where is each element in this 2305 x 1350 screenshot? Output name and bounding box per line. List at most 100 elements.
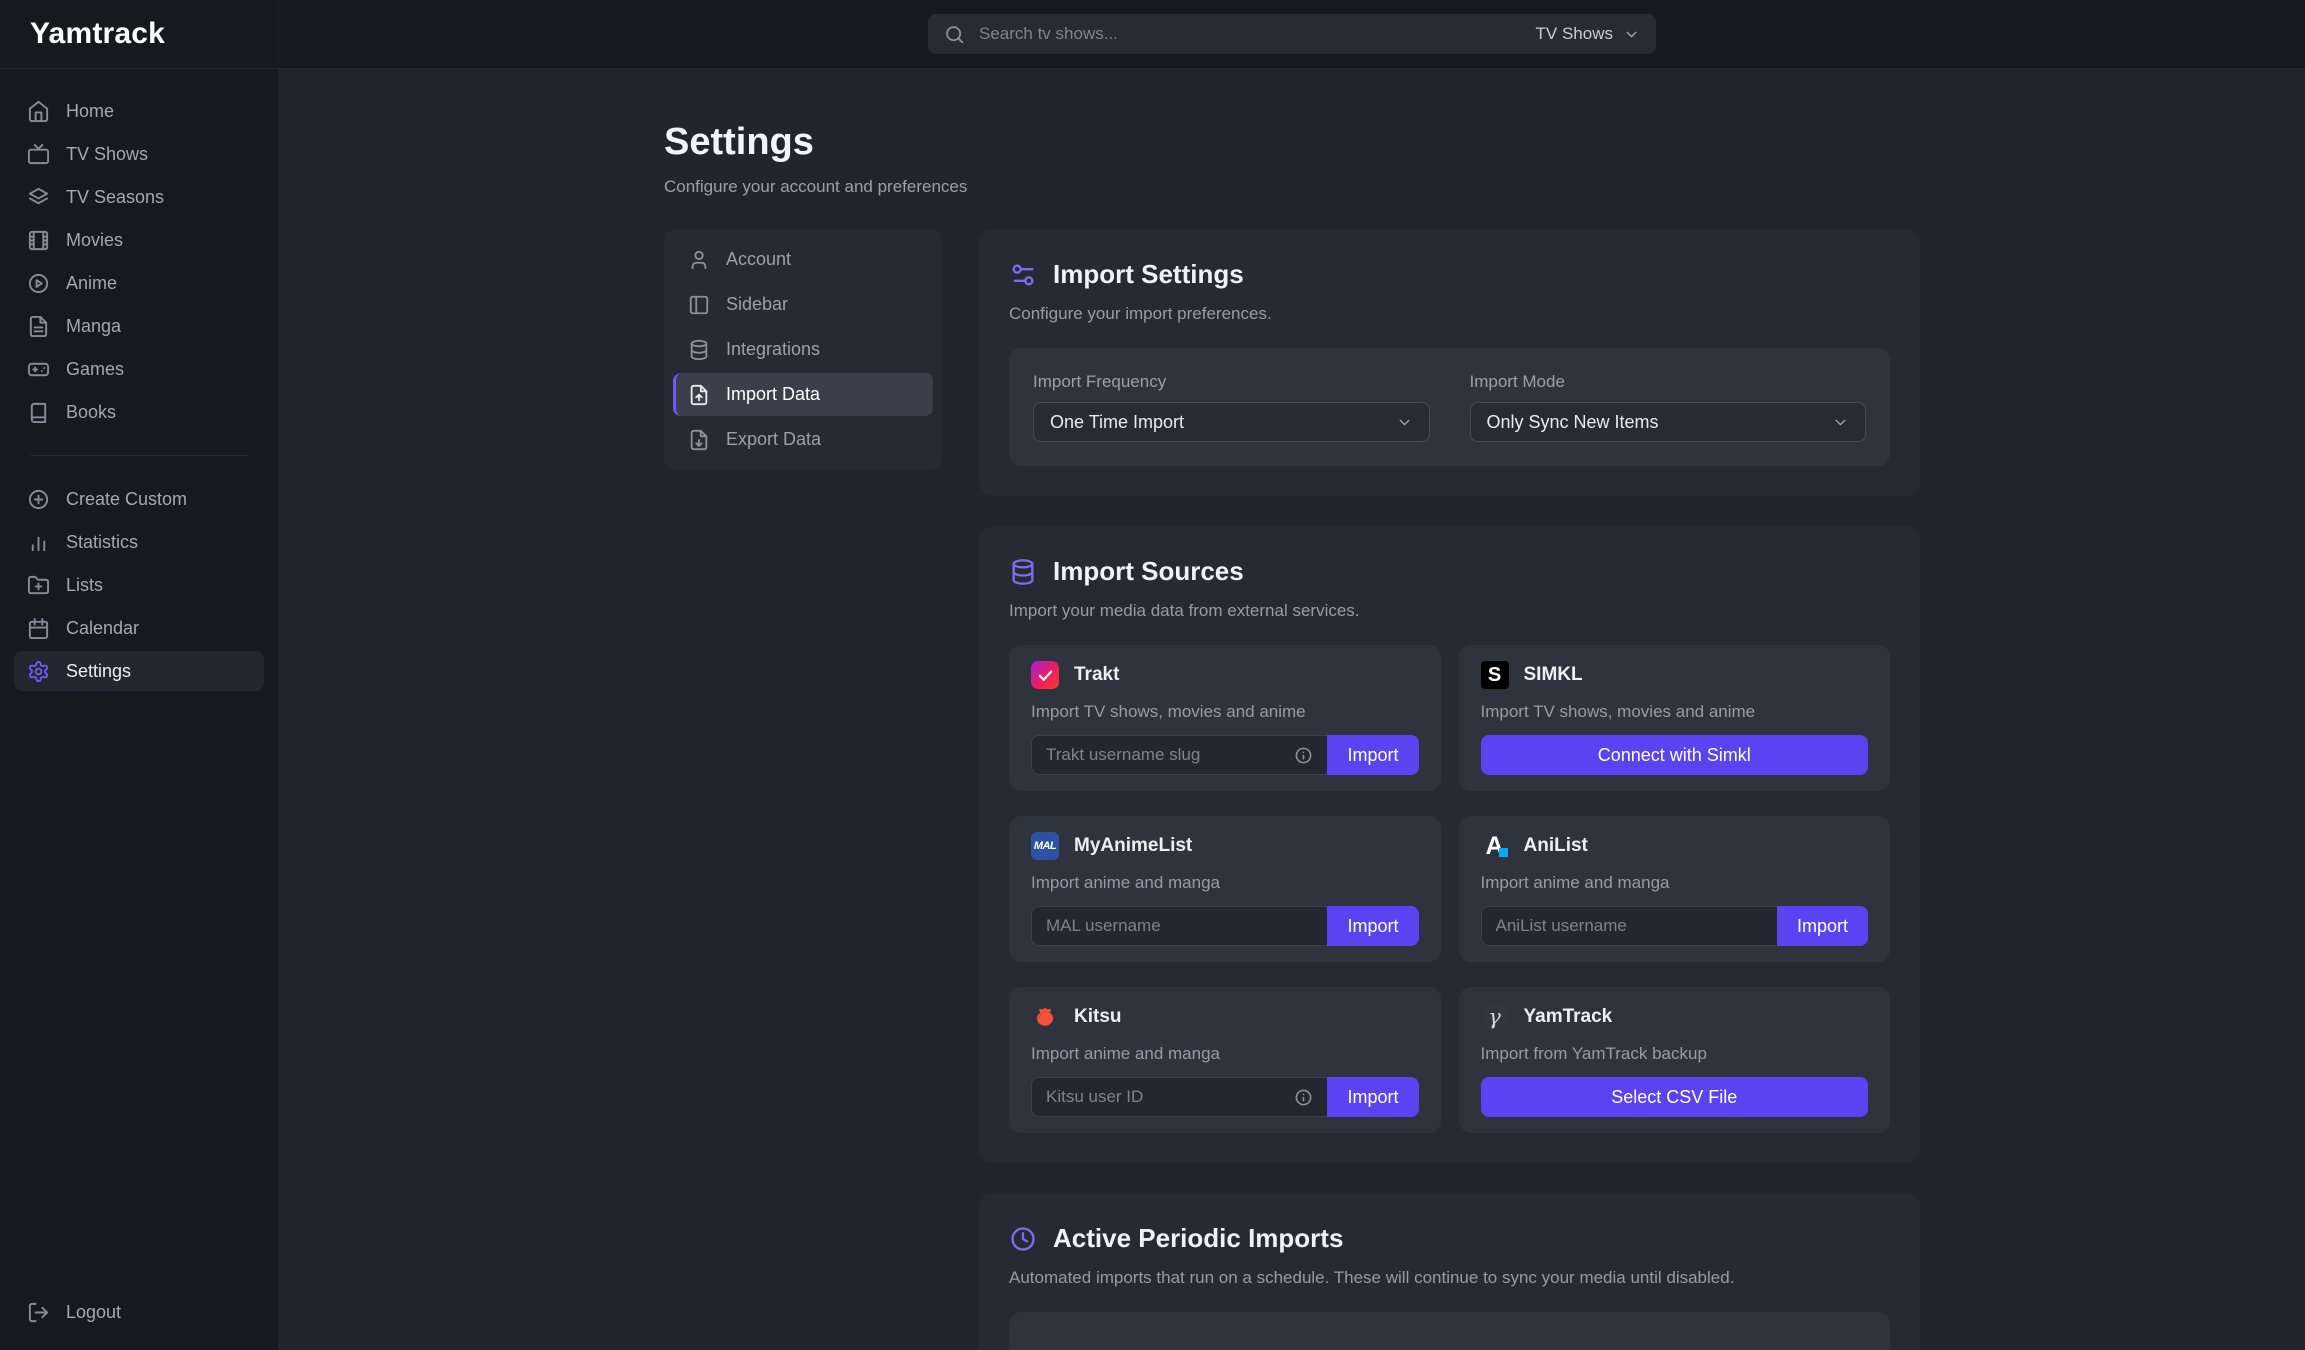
sidebar-item-movies[interactable]: Movies [14, 220, 264, 260]
calendar-icon [27, 617, 50, 640]
sidebar-item-tv-seasons[interactable]: TV Seasons [14, 177, 264, 217]
sidebar-nav: Home TV Shows TV Seasons Movies Anime Ma… [0, 69, 278, 691]
anilist-username-input[interactable] [1496, 916, 1763, 936]
sidebar-item-statistics[interactable]: Statistics [14, 522, 264, 562]
sidebar-item-home[interactable]: Home [14, 91, 264, 131]
tv-icon [27, 143, 50, 166]
plus-circle-icon [27, 488, 50, 511]
import-mode-label: Import Mode [1470, 372, 1867, 392]
sidebar-divider [30, 455, 248, 456]
sidebar-item-lists[interactable]: Lists [14, 565, 264, 605]
settings-nav-label: Account [726, 249, 791, 270]
sidebar-item-label: Lists [66, 575, 103, 596]
search-input[interactable] [979, 24, 1522, 44]
sidebar-item-books[interactable]: Books [14, 392, 264, 432]
simkl-logo: S [1481, 661, 1509, 689]
search-icon [944, 24, 965, 45]
settings-nav-account[interactable]: Account [673, 238, 933, 281]
source-description: Import anime and manga [1031, 1044, 1419, 1064]
trakt-logo [1031, 661, 1059, 689]
source-name: SIMKL [1524, 664, 1583, 686]
source-card-myanimelist: MAL MyAnimeList Import anime and manga I… [1009, 816, 1441, 962]
kitsu-user-id-input[interactable] [1046, 1087, 1284, 1107]
import-mode-value: Only Sync New Items [1487, 412, 1659, 433]
layers-icon [27, 186, 50, 209]
kitsu-import-button[interactable]: Import [1327, 1077, 1418, 1117]
page-subtitle: Configure your account and preferences [664, 177, 1920, 197]
file-import-icon [688, 384, 710, 406]
sidebar-footer: Logout [0, 1292, 278, 1350]
source-card-simkl: S SIMKL Import TV shows, movies and anim… [1459, 645, 1891, 791]
settings-nav-export-data[interactable]: Export Data [673, 418, 933, 461]
sidebar-item-anime[interactable]: Anime [14, 263, 264, 303]
sidebar-item-games[interactable]: Games [14, 349, 264, 389]
import-sources-card: Import Sources Import your media data fr… [979, 526, 1920, 1163]
settings-nav-sidebar[interactable]: Sidebar [673, 283, 933, 326]
settings-nav-integrations[interactable]: Integrations [673, 328, 933, 371]
anilist-logo: A [1481, 832, 1509, 860]
sidebar-item-label: Calendar [66, 618, 139, 639]
database-icon [688, 339, 710, 361]
source-card-anilist: A AniList Import anime and manga Import [1459, 816, 1891, 962]
periodic-imports-empty-state: No periodic imports configured Set up an… [1009, 1312, 1890, 1350]
sidebar-item-tv-shows[interactable]: TV Shows [14, 134, 264, 174]
source-description: Import from YamTrack backup [1481, 1044, 1869, 1064]
sidebar-item-settings[interactable]: Settings [14, 651, 264, 691]
sidebar-item-manga[interactable]: Manga [14, 306, 264, 346]
source-description: Import anime and manga [1031, 873, 1419, 893]
search-scope-label: TV Shows [1536, 24, 1613, 44]
info-icon[interactable] [1294, 746, 1313, 765]
settings-panels: Import Settings Configure your import pr… [979, 229, 1920, 1350]
source-description: Import TV shows, movies and anime [1481, 702, 1869, 722]
import-frequency-select[interactable]: One Time Import [1033, 402, 1430, 442]
anilist-chip [1499, 848, 1508, 857]
chevron-down-icon [1623, 26, 1640, 43]
card-subtitle: Import your media data from external ser… [1009, 601, 1890, 621]
import-mode-select[interactable]: Only Sync New Items [1470, 402, 1867, 442]
bar-chart-icon [27, 531, 50, 554]
simkl-connect-button[interactable]: Connect with Simkl [1481, 735, 1869, 775]
source-card-kitsu: Kitsu Import anime and manga Import [1009, 987, 1441, 1133]
yamtrack-select-csv-button[interactable]: Select CSV File [1481, 1077, 1869, 1117]
sidebar-item-label: TV Seasons [66, 187, 164, 208]
info-icon[interactable] [1294, 1088, 1313, 1107]
trakt-input-wrap [1031, 735, 1327, 775]
app-logo[interactable]: Yamtrack [0, 0, 278, 69]
source-description: Import TV shows, movies and anime [1031, 702, 1419, 722]
anilist-input-wrap [1481, 906, 1777, 946]
sources-grid: Trakt Import TV shows, movies and anime … [1009, 645, 1890, 1133]
mal-import-button[interactable]: Import [1327, 906, 1418, 946]
search-bar: TV Shows [928, 14, 1656, 54]
periodic-imports-card: Active Periodic Imports Automated import… [979, 1193, 1920, 1350]
anilist-import-button[interactable]: Import [1777, 906, 1868, 946]
source-description: Import anime and manga [1481, 873, 1869, 893]
home-icon [27, 100, 50, 123]
card-subtitle: Configure your import preferences. [1009, 304, 1890, 324]
sidebar-item-calendar[interactable]: Calendar [14, 608, 264, 648]
import-frequency-value: One Time Import [1050, 412, 1184, 433]
sidebar: Yamtrack Home TV Shows TV Seasons Movies… [0, 0, 279, 1350]
sidebar-item-label: TV Shows [66, 144, 148, 165]
trakt-username-input[interactable] [1046, 745, 1284, 765]
settings-nav-import-data[interactable]: Import Data [673, 373, 933, 416]
user-icon [688, 249, 710, 271]
search-scope-dropdown[interactable]: TV Shows [1536, 24, 1640, 44]
chevron-down-icon [1396, 414, 1413, 431]
mal-username-input[interactable] [1046, 916, 1313, 936]
book-icon [27, 401, 50, 424]
sidebar-item-label: Manga [66, 316, 121, 337]
main-area: TV Shows Settings Configure your account… [279, 0, 2305, 1350]
sidebar-item-create-custom[interactable]: Create Custom [14, 479, 264, 519]
sidebar-item-label: Home [66, 101, 114, 122]
yamtrack-logo: γ [1481, 1003, 1509, 1031]
logout-button[interactable]: Logout [14, 1292, 264, 1332]
mal-input-wrap [1031, 906, 1327, 946]
folder-plus-icon [27, 574, 50, 597]
settings-nav-label: Import Data [726, 384, 820, 405]
trakt-import-button[interactable]: Import [1327, 735, 1418, 775]
settings-nav-label: Sidebar [726, 294, 788, 315]
sidebar-item-label: Anime [66, 273, 117, 294]
source-card-yamtrack: γ YamTrack Import from YamTrack backup S… [1459, 987, 1891, 1133]
sliders-icon [1009, 261, 1037, 289]
kitsu-logo [1031, 1003, 1059, 1031]
